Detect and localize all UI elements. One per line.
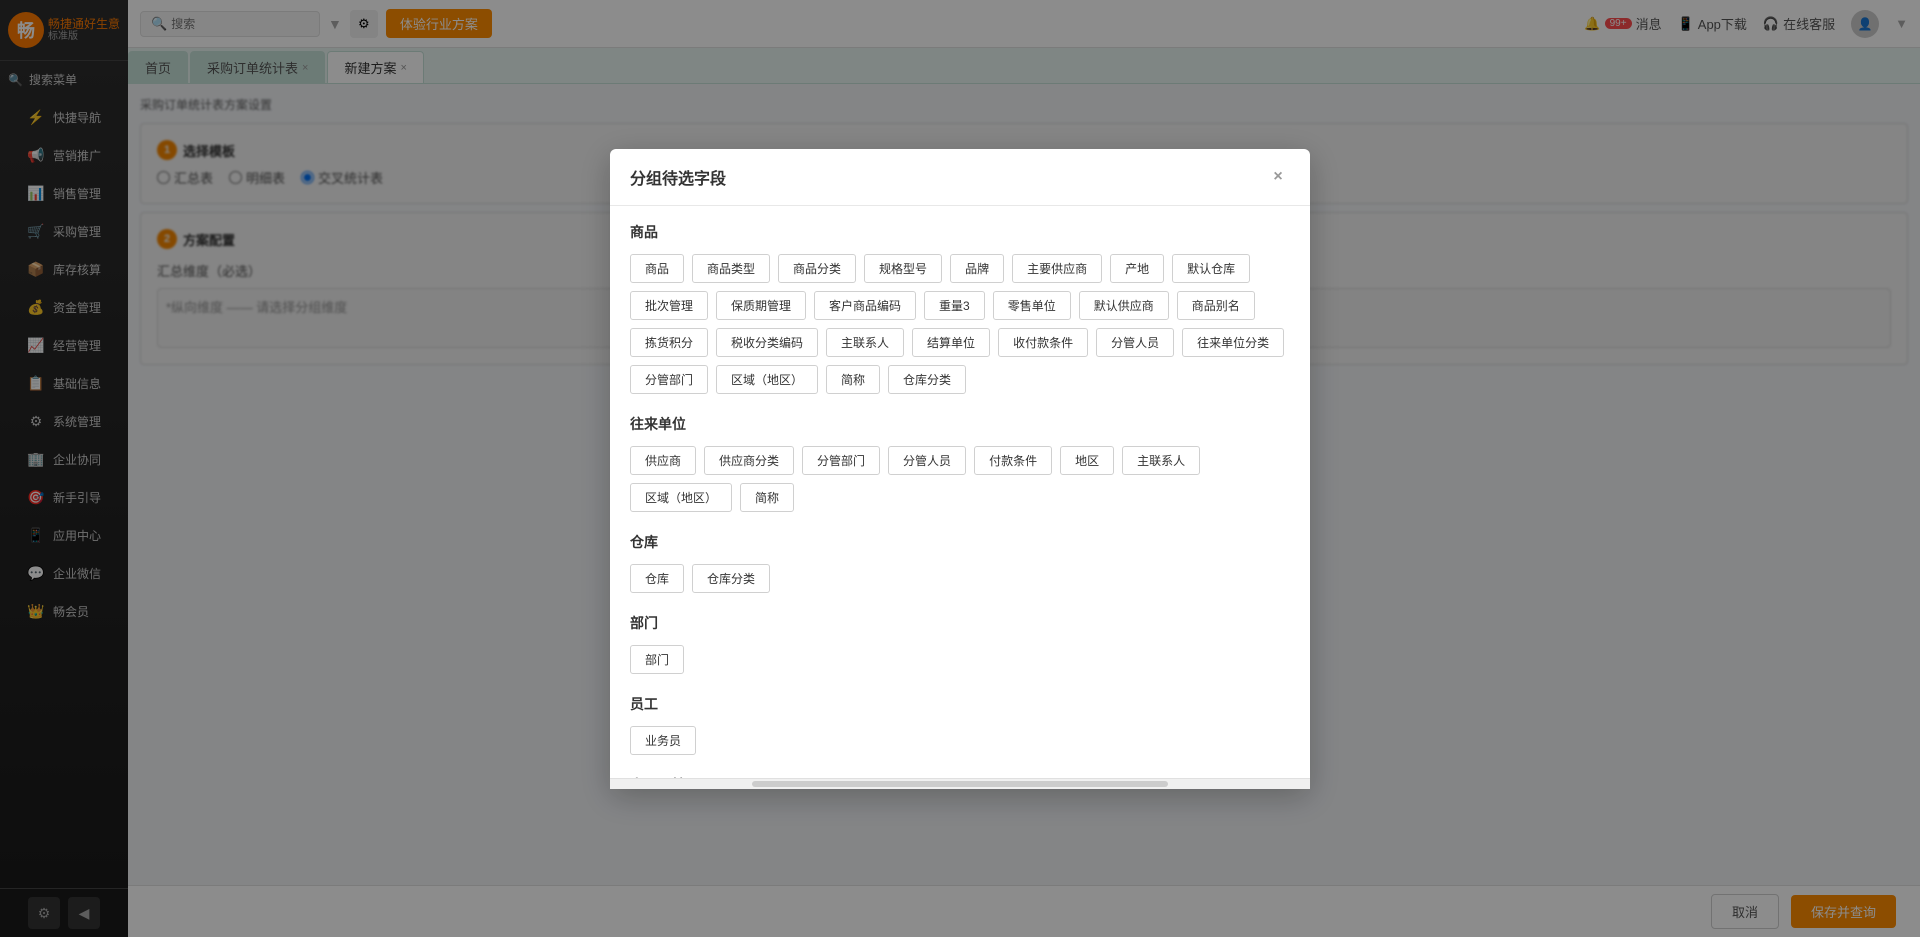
field-select-modal: 分组待选字段 × 商品商品商品类型商品分类规格型号品牌主要供应商产地默认仓库批次… — [610, 149, 1310, 789]
field-tag-customer-8[interactable]: 简称 — [740, 483, 794, 512]
field-section-employee: 员工业务员 — [630, 694, 1290, 755]
field-tags-warehouse: 仓库仓库分类 — [630, 564, 1290, 593]
field-tag-customer-6[interactable]: 主联系人 — [1122, 446, 1200, 475]
field-tag-customer-7[interactable]: 区域（地区） — [630, 483, 732, 512]
field-tag-product-21[interactable]: 往来单位分类 — [1182, 328, 1284, 357]
field-tag-product-23[interactable]: 区域（地区） — [716, 365, 818, 394]
field-tag-product-5[interactable]: 主要供应商 — [1012, 254, 1102, 283]
field-tag-product-25[interactable]: 仓库分类 — [888, 365, 966, 394]
field-section-warehouse: 仓库仓库仓库分类 — [630, 532, 1290, 593]
field-tag-product-3[interactable]: 规格型号 — [864, 254, 942, 283]
field-tag-customer-4[interactable]: 付款条件 — [974, 446, 1052, 475]
modal-scrollbar-thumb — [752, 781, 1167, 787]
field-tag-customer-1[interactable]: 供应商分类 — [704, 446, 794, 475]
field-section-title-employee: 员工 — [630, 694, 1290, 714]
field-tag-product-22[interactable]: 分管部门 — [630, 365, 708, 394]
field-tag-product-0[interactable]: 商品 — [630, 254, 684, 283]
modal-close-button[interactable]: × — [1266, 165, 1290, 189]
field-section-title-customer: 往来单位 — [630, 414, 1290, 434]
field-tag-product-20[interactable]: 分管人员 — [1096, 328, 1174, 357]
field-tag-product-10[interactable]: 客户商品编码 — [814, 291, 916, 320]
field-tag-product-15[interactable]: 拣货积分 — [630, 328, 708, 357]
field-tag-customer-3[interactable]: 分管人员 — [888, 446, 966, 475]
modal-title: 分组待选字段 — [630, 165, 726, 189]
field-section-title-product: 商品 — [630, 222, 1290, 242]
field-section-title-warehouse: 仓库 — [630, 532, 1290, 552]
field-tag-department-0[interactable]: 部门 — [630, 645, 684, 674]
field-tag-product-4[interactable]: 品牌 — [950, 254, 1004, 283]
field-tag-product-8[interactable]: 批次管理 — [630, 291, 708, 320]
field-tag-customer-5[interactable]: 地区 — [1060, 446, 1114, 475]
modal-body[interactable]: 商品商品商品类型商品分类规格型号品牌主要供应商产地默认仓库批次管理保质期管理客户… — [610, 206, 1310, 779]
field-tag-product-17[interactable]: 主联系人 — [826, 328, 904, 357]
field-tag-product-2[interactable]: 商品分类 — [778, 254, 856, 283]
field-tags-customer: 供应商供应商分类分管部门分管人员付款条件地区主联系人区域（地区） 简称 — [630, 446, 1290, 512]
field-tag-product-19[interactable]: 收付款条件 — [998, 328, 1088, 357]
field-tag-customer-2[interactable]: 分管部门 — [802, 446, 880, 475]
field-tag-customer-0[interactable]: 供应商 — [630, 446, 696, 475]
field-tag-product-9[interactable]: 保质期管理 — [716, 291, 806, 320]
field-tag-product-7[interactable]: 默认仓库 — [1172, 254, 1250, 283]
field-tags-department: 部门 — [630, 645, 1290, 674]
field-tag-product-6[interactable]: 产地 — [1110, 254, 1164, 283]
field-section-customer: 往来单位供应商供应商分类分管部门分管人员付款条件地区主联系人区域（地区） 简称 — [630, 414, 1290, 512]
field-tags-employee: 业务员 — [630, 726, 1290, 755]
field-tag-product-16[interactable]: 税收分类编码 — [716, 328, 818, 357]
field-tag-product-13[interactable]: 默认供应商 — [1079, 291, 1169, 320]
field-tags-product: 商品商品类型商品分类规格型号品牌主要供应商产地默认仓库批次管理保质期管理客户商品… — [630, 254, 1290, 394]
field-tag-product-14[interactable]: 商品别名 — [1177, 291, 1255, 320]
field-section-department: 部门部门 — [630, 613, 1290, 674]
field-tag-product-18[interactable]: 结算单位 — [912, 328, 990, 357]
field-tag-warehouse-1[interactable]: 仓库分类 — [692, 564, 770, 593]
field-tag-product-1[interactable]: 商品类型 — [692, 254, 770, 283]
modal-horizontal-scrollbar[interactable] — [610, 778, 1310, 788]
field-tag-product-24[interactable]: 简称 — [826, 365, 880, 394]
field-tag-employee-0[interactable]: 业务员 — [630, 726, 696, 755]
field-tag-product-11[interactable]: 重量3 — [924, 291, 985, 320]
modal-header: 分组待选字段 × — [610, 149, 1310, 206]
field-section-product: 商品商品商品类型商品分类规格型号品牌主要供应商产地默认仓库批次管理保质期管理客户… — [630, 222, 1290, 394]
field-section-title-department: 部门 — [630, 613, 1290, 633]
field-tag-product-12[interactable]: 零售单位 — [993, 291, 1071, 320]
field-tag-warehouse-0[interactable]: 仓库 — [630, 564, 684, 593]
